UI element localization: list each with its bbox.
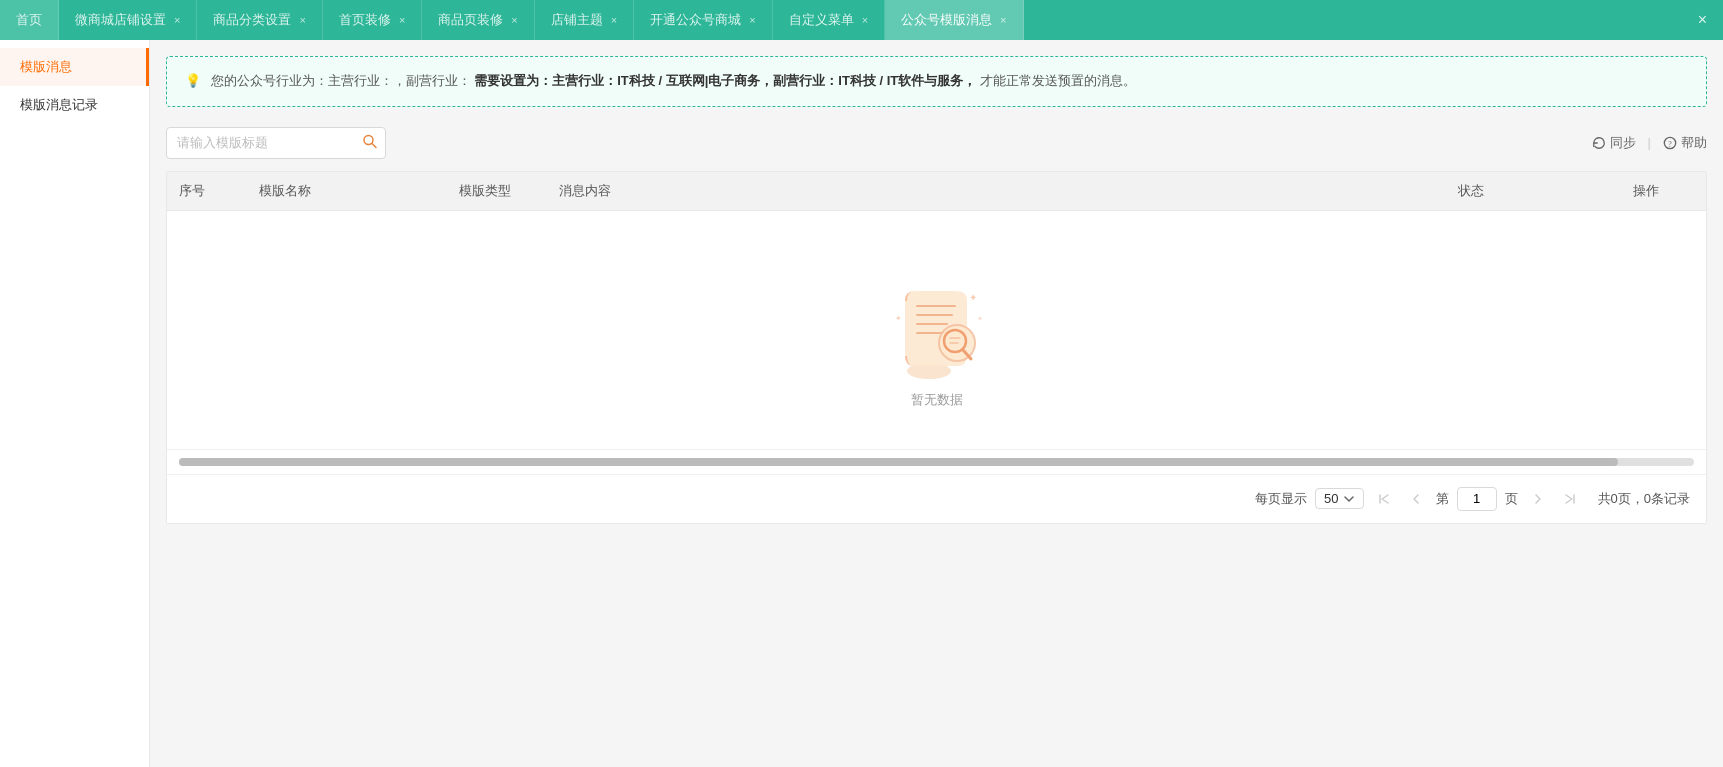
search-input[interactable] <box>166 127 386 159</box>
close-tab-custom-menu[interactable]: × <box>862 15 868 26</box>
page-number-input[interactable] <box>1457 487 1497 511</box>
page-total: 共0页，0条记录 <box>1598 490 1690 508</box>
search-left <box>166 127 386 159</box>
tab-category-settings[interactable]: 商品分类设置 × <box>197 0 322 40</box>
sidebar-item-template-msg[interactable]: 模版消息 <box>0 48 149 86</box>
page-first-icon <box>1378 493 1390 505</box>
sidebar: 模版消息 模版消息记录 <box>0 40 150 767</box>
page-size-select[interactable]: 50 <box>1315 488 1363 509</box>
notice-box: 💡 您的公众号行业为：主营行业：，副营行业： 需要设置为：主营行业：IT科技 /… <box>166 56 1707 107</box>
empty-text: 暂无数据 <box>911 391 963 409</box>
page-first-button[interactable] <box>1372 487 1396 511</box>
notice-highlight: 需要设置为：主营行业：IT科技 / 互联网|电子商务，副营行业：IT科技 / I… <box>474 73 976 88</box>
close-tab-shop-theme[interactable]: × <box>611 15 617 26</box>
close-tab-home-decor[interactable]: × <box>399 15 405 26</box>
tab-shop-theme[interactable]: 店铺主题 × <box>535 0 634 40</box>
chevron-right-icon <box>1533 493 1543 505</box>
page-next-button[interactable] <box>1526 487 1550 511</box>
svg-text:✦: ✦ <box>895 314 902 323</box>
tab-open-shop[interactable]: 开通公众号商城 × <box>634 0 772 40</box>
search-input-wrap <box>166 127 386 159</box>
search-button[interactable] <box>362 133 378 152</box>
close-tab-category[interactable]: × <box>299 15 305 26</box>
tab-template-msg[interactable]: 公众号模版消息 × <box>885 0 1023 40</box>
content-area: 💡 您的公众号行业为：主营行业：，副营行业： 需要设置为：主营行业：IT科技 /… <box>150 40 1723 767</box>
page-last-icon <box>1564 493 1576 505</box>
help-button[interactable]: ? 帮助 <box>1663 134 1707 152</box>
th-seq: 序号 <box>167 172 247 210</box>
table-header: 序号 模版名称 模版类型 消息内容 状态 操作 <box>167 172 1706 211</box>
empty-illustration: ✦ ✦ ✦ <box>877 271 997 391</box>
tab-wshop-settings[interactable]: 微商城店铺设置 × <box>59 0 197 40</box>
th-status: 状态 <box>1446 172 1586 210</box>
data-table: 序号 模版名称 模版类型 消息内容 状态 操作 <box>166 171 1707 524</box>
notice-icon: 💡 <box>185 73 201 88</box>
tab-product-decor[interactable]: 商品页装修 × <box>422 0 534 40</box>
th-content: 消息内容 <box>547 172 1446 210</box>
close-tab-product-decor[interactable]: × <box>511 15 517 26</box>
empty-state: ✦ ✦ ✦ 暂无数据 <box>167 211 1706 449</box>
help-icon: ? <box>1663 136 1677 150</box>
chevron-down-icon <box>1343 493 1355 505</box>
close-tab-template-msg[interactable]: × <box>1000 15 1006 26</box>
scroll-track <box>179 458 1694 466</box>
page-size-label: 每页显示 <box>1255 490 1307 508</box>
divider: | <box>1648 135 1651 150</box>
th-action: 操作 <box>1586 172 1706 210</box>
th-type: 模版类型 <box>447 172 547 210</box>
close-tab-open-shop[interactable]: × <box>749 15 755 26</box>
tab-home-decor[interactable]: 首页装修 × <box>323 0 422 40</box>
chevron-left-icon <box>1411 493 1421 505</box>
close-all-tabs[interactable]: × <box>1682 11 1723 29</box>
scroll-thumb[interactable] <box>179 458 1618 466</box>
search-icon <box>362 133 378 149</box>
tab-home[interactable]: 首页 <box>0 0 59 40</box>
tab-custom-menu[interactable]: 自定义菜单 × <box>773 0 885 40</box>
svg-text:✦: ✦ <box>977 315 983 322</box>
pagination: 每页显示 50 第 <box>167 474 1706 523</box>
sync-icon <box>1592 136 1606 150</box>
page-last-button[interactable] <box>1558 487 1582 511</box>
main-layout: 模版消息 模版消息记录 💡 您的公众号行业为：主营行业：，副营行业： 需要设置为… <box>0 40 1723 767</box>
top-nav: 首页 微商城店铺设置 × 商品分类设置 × 首页装修 × 商品页装修 × 店铺主… <box>0 0 1723 40</box>
close-tab-wshop[interactable]: × <box>174 15 180 26</box>
svg-line-1 <box>372 143 376 147</box>
sidebar-item-template-msg-record[interactable]: 模版消息记录 <box>0 86 149 124</box>
page-prev-button[interactable] <box>1404 487 1428 511</box>
horizontal-scrollbar[interactable] <box>167 449 1706 474</box>
svg-text:?: ? <box>1668 139 1672 148</box>
page-num-label: 第 <box>1436 490 1449 508</box>
th-name: 模版名称 <box>247 172 447 210</box>
sync-button[interactable]: 同步 <box>1592 134 1636 152</box>
page-size-value: 50 <box>1324 491 1338 506</box>
search-right: 同步 | ? 帮助 <box>1592 134 1707 152</box>
search-bar: 同步 | ? 帮助 <box>166 127 1707 159</box>
page-label: 页 <box>1505 490 1518 508</box>
svg-text:✦: ✦ <box>969 292 977 303</box>
